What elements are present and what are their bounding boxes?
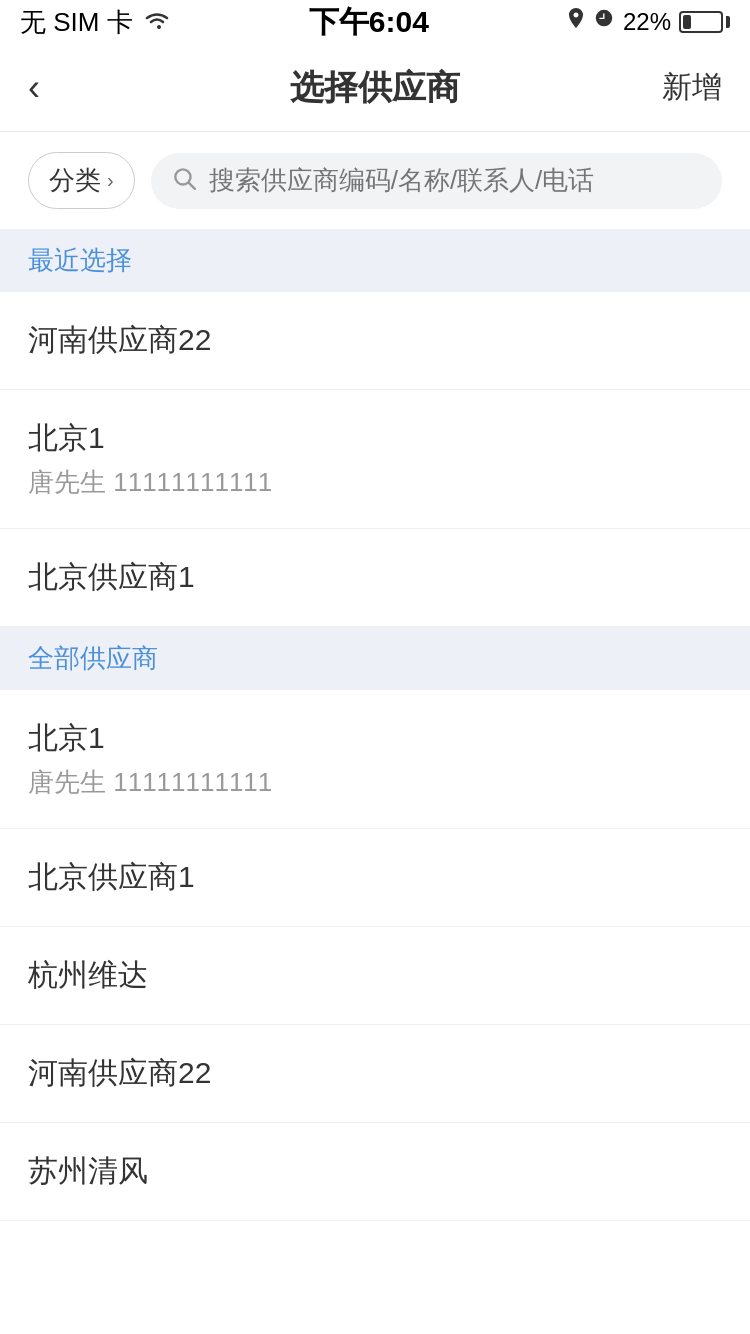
all-section-header: 全部供应商 xyxy=(0,627,750,690)
all-items-list: 北京1 唐先生 11111111111 北京供应商1 杭州维达河南供应商22 苏州清风 xyxy=(0,690,750,1221)
list-item[interactable]: 北京1 唐先生 11111111111 xyxy=(0,690,750,829)
wifi-icon xyxy=(143,7,171,38)
supplier-sub: 唐先生 11111111111 xyxy=(28,465,722,500)
search-box[interactable] xyxy=(151,153,722,209)
filter-bar: 分类 › xyxy=(0,132,750,229)
list-item[interactable]: 北京供应商1 xyxy=(0,829,750,927)
supplier-sub: 唐先生 11111111111 xyxy=(28,765,722,800)
supplier-name: 杭州维达 xyxy=(28,955,722,996)
status-right: 22% xyxy=(567,8,730,36)
category-label: 分类 xyxy=(49,163,101,198)
battery-icon xyxy=(679,11,730,33)
nav-bar: ‹ 选择供应商 新增 xyxy=(0,44,750,132)
list-item[interactable]: 苏州清风 xyxy=(0,1123,750,1221)
status-left: 无 SIM 卡 xyxy=(20,5,171,40)
no-sim-text: 无 SIM 卡 xyxy=(20,5,133,40)
category-filter-button[interactable]: 分类 › xyxy=(28,152,135,209)
list-item[interactable]: 北京供应商1 xyxy=(0,529,750,627)
svg-line-1 xyxy=(189,182,195,188)
location-icon xyxy=(567,8,585,36)
add-button[interactable]: 新增 xyxy=(662,67,722,108)
status-time: 下午6:04 xyxy=(309,2,429,43)
supplier-name: 北京供应商1 xyxy=(28,557,722,598)
supplier-name: 北京1 xyxy=(28,718,722,759)
all-section-label: 全部供应商 xyxy=(28,643,158,673)
recent-section-header: 最近选择 xyxy=(0,229,750,292)
battery-percent: 22% xyxy=(623,8,671,36)
page-title: 选择供应商 xyxy=(290,65,460,111)
list-item[interactable]: 河南供应商22 xyxy=(0,1025,750,1123)
supplier-name: 河南供应商22 xyxy=(28,320,722,361)
supplier-name: 河南供应商22 xyxy=(28,1053,722,1094)
supplier-name: 北京供应商1 xyxy=(28,857,722,898)
alarm-icon xyxy=(593,8,615,36)
list-item[interactable]: 杭州维达 xyxy=(0,927,750,1025)
recent-items-list: 河南供应商22 北京1 唐先生 11111111111 北京供应商1 xyxy=(0,292,750,627)
recent-section-label: 最近选择 xyxy=(28,245,132,275)
chevron-right-icon: › xyxy=(107,169,114,192)
list-item[interactable]: 北京1 唐先生 11111111111 xyxy=(0,390,750,529)
back-button[interactable]: ‹ xyxy=(28,67,88,109)
list-item[interactable]: 河南供应商22 xyxy=(0,292,750,390)
search-icon xyxy=(171,165,197,197)
status-bar: 无 SIM 卡 下午6:04 22% xyxy=(0,0,750,44)
supplier-name: 北京1 xyxy=(28,418,722,459)
supplier-name: 苏州清风 xyxy=(28,1151,722,1192)
search-input[interactable] xyxy=(209,165,702,196)
